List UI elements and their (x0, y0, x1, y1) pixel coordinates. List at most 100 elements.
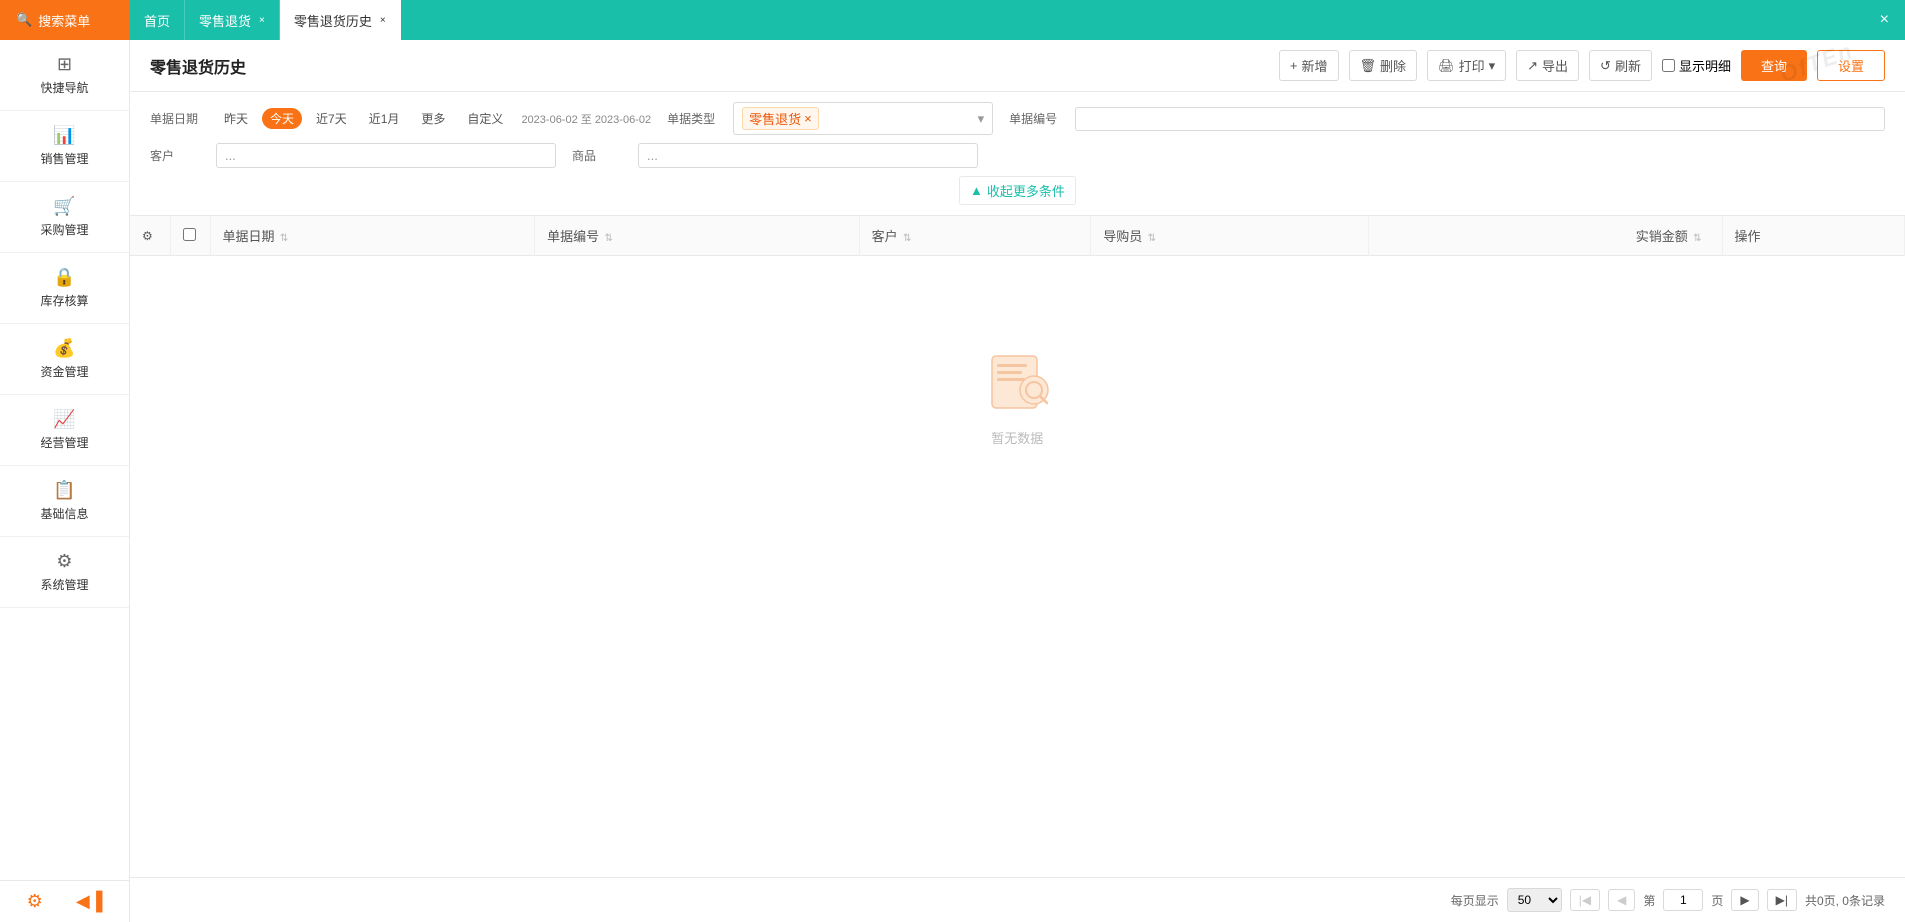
goods-input[interactable]: ... (638, 143, 978, 168)
sidebar-item-purchase-mgmt[interactable]: 🛒 采购管理 (0, 182, 129, 253)
th-settings[interactable]: ⚙ (130, 216, 170, 256)
filter-row-collapse: ▲ 收起更多条件 (150, 176, 1885, 205)
page-header: 零售退货历史 + 新增 🗑 删除 🖨 打印 ▾ ↗ 导出 (130, 40, 1905, 92)
inventory-icon: 🔒 (53, 267, 75, 288)
basic-info-icon: 📋 (53, 480, 75, 501)
sidebar-item-inventory[interactable]: 🔒 库存核算 (0, 253, 129, 324)
first-page-button[interactable]: |◀ (1570, 889, 1600, 911)
tab-home[interactable]: 首页 (130, 0, 185, 40)
empty-state: 暂无数据 (130, 256, 1905, 527)
date-btn-yesterday[interactable]: 昨天 (216, 108, 256, 129)
table-header: ⚙ 单据日期 ⇅ 单据编号 ⇅ 客户 (130, 216, 1905, 256)
operations-icon: 📈 (53, 409, 75, 430)
th-amount[interactable]: 实销金额 ⇅ (1369, 216, 1722, 256)
page-size-select[interactable]: 10 20 50 100 (1507, 888, 1562, 912)
th-date[interactable]: 单据日期 ⇅ (210, 216, 535, 256)
voucher-type-dropdown-icon: ▾ (978, 111, 985, 127)
sidebar-item-basic-info[interactable]: 📋 基础信息 (0, 466, 129, 537)
th-customer-label: 客户 (872, 229, 898, 244)
sidebar-item-operations[interactable]: 📈 经营管理 (0, 395, 129, 466)
query-button[interactable]: 查询 (1741, 50, 1807, 81)
settings-button[interactable]: 设置 (1817, 50, 1885, 81)
delete-button[interactable]: 🗑 删除 (1349, 50, 1418, 81)
voucher-number-label: 单据编号 (1009, 110, 1059, 127)
sidebar-audio-button[interactable]: ◀▐ (76, 891, 103, 912)
quick-nav-icon: ⊞ (57, 54, 72, 75)
voucher-type-label: 单据类型 (667, 110, 717, 127)
sidebar-item-system-label: 系统管理 (40, 576, 88, 593)
sidebar-item-purchase-mgmt-label: 采购管理 (40, 221, 88, 238)
date-btn-custom[interactable]: 自定义 (459, 108, 511, 129)
tab-retail-return-close[interactable]: × (259, 15, 265, 26)
voucher-number-input[interactable] (1075, 107, 1885, 131)
date-btn-more[interactable]: 更多 (413, 108, 453, 129)
export-label: 导出 (1542, 56, 1568, 75)
th-date-label: 单据日期 (223, 229, 275, 244)
header-row: ⚙ 单据日期 ⇅ 单据编号 ⇅ 客户 (130, 216, 1905, 256)
prev-page-button[interactable]: ◀ (1608, 889, 1635, 911)
export-button[interactable]: ↗ 导出 (1516, 50, 1579, 81)
empty-text: 暂无数据 (991, 428, 1043, 447)
customer-dots: ... (225, 148, 236, 163)
window-close-button[interactable]: × (1864, 11, 1905, 29)
collapse-button[interactable]: ▲ 收起更多条件 (959, 176, 1076, 205)
collapse-label: 收起更多条件 (987, 181, 1065, 200)
th-date-sort-icon: ⇅ (280, 233, 288, 244)
finance-icon: 💰 (53, 338, 75, 359)
empty-cell: 暂无数据 (130, 256, 1905, 528)
date-btn-7days[interactable]: 近7天 (308, 108, 355, 129)
page-size-label: 每页显示 (1451, 892, 1499, 909)
delete-icon: 🗑 (1360, 58, 1377, 74)
print-icon: 🖨 (1438, 58, 1455, 74)
collapse-up-icon: ▲ (970, 183, 983, 198)
header-actions: + 新增 🗑 删除 🖨 打印 ▾ ↗ 导出 ↺ 刷新 (1279, 50, 1885, 81)
refresh-icon: ↺ (1600, 58, 1611, 74)
voucher-type-select[interactable]: 零售退货 × ▾ (733, 102, 993, 135)
customer-input[interactable]: ... (216, 143, 556, 168)
th-guide[interactable]: 导购员 ⇅ (1091, 216, 1369, 256)
table-container: ⚙ 单据日期 ⇅ 单据编号 ⇅ 客户 (130, 216, 1905, 877)
pagination-area: 每页显示 10 20 50 100 |◀ ◀ 第 页 ▶ ▶| 共0页, 0条记… (130, 877, 1905, 922)
th-number[interactable]: 单据编号 ⇅ (535, 216, 860, 256)
display-detail-checkbox[interactable] (1662, 59, 1675, 72)
refresh-button[interactable]: ↺ 刷新 (1589, 50, 1652, 81)
page-label-after: 页 (1711, 892, 1723, 909)
goods-filter-label: 商品 (572, 147, 622, 164)
th-guide-label: 导购员 (1103, 229, 1142, 244)
last-page-button[interactable]: ▶| (1767, 889, 1797, 911)
print-button[interactable]: 🖨 打印 ▾ (1427, 50, 1506, 81)
tab-retail-return-history-close[interactable]: × (380, 15, 386, 26)
empty-row: 暂无数据 (130, 256, 1905, 528)
print-label: 打印 (1459, 56, 1485, 75)
voucher-type-remove-icon[interactable]: × (804, 111, 812, 126)
sales-mgmt-icon: 📊 (53, 125, 75, 146)
select-all-checkbox[interactable] (183, 228, 196, 241)
th-actions: 操作 (1722, 216, 1905, 256)
purchase-mgmt-icon: 🛒 (53, 196, 75, 217)
date-btn-1month[interactable]: 近1月 (361, 108, 408, 129)
top-bar: 🔍 搜索菜单 首页 零售退货 × 零售退货历史 × × (0, 0, 1905, 40)
th-number-label: 单据编号 (547, 229, 599, 244)
sidebar-item-inventory-label: 库存核算 (40, 292, 88, 309)
tab-retail-return-history[interactable]: 零售退货历史 × (280, 0, 401, 40)
th-customer[interactable]: 客户 ⇅ (859, 216, 1091, 256)
sidebar-item-sales-mgmt[interactable]: 📊 销售管理 (0, 111, 129, 182)
sidebar-item-quick-nav-label: 快捷导航 (40, 79, 88, 96)
sidebar-item-system[interactable]: ⚙ 系统管理 (0, 537, 129, 608)
display-detail-checkbox-label[interactable]: 显示明细 (1662, 56, 1731, 75)
content-area: 零售退货历史 + 新增 🗑 删除 🖨 打印 ▾ ↗ 导出 (130, 40, 1905, 922)
page-number-input[interactable] (1663, 889, 1703, 911)
page-title: 零售退货历史 (150, 54, 246, 78)
th-checkbox[interactable] (170, 216, 210, 256)
next-page-button[interactable]: ▶ (1731, 889, 1758, 911)
th-guide-sort-icon: ⇅ (1148, 233, 1156, 244)
sidebar-item-finance[interactable]: 💰 资金管理 (0, 324, 129, 395)
date-btn-today[interactable]: 今天 (262, 108, 302, 129)
sidebar-settings-button[interactable]: ⚙ (27, 891, 43, 912)
data-table: ⚙ 单据日期 ⇅ 单据编号 ⇅ 客户 (130, 216, 1905, 527)
add-button[interactable]: + 新增 (1279, 50, 1339, 81)
search-menu-button[interactable]: 🔍 搜索菜单 (0, 0, 130, 40)
sidebar-item-sales-mgmt-label: 销售管理 (40, 150, 88, 167)
sidebar-item-quick-nav[interactable]: ⊞ 快捷导航 (0, 40, 129, 111)
tab-retail-return[interactable]: 零售退货 × (185, 0, 280, 40)
